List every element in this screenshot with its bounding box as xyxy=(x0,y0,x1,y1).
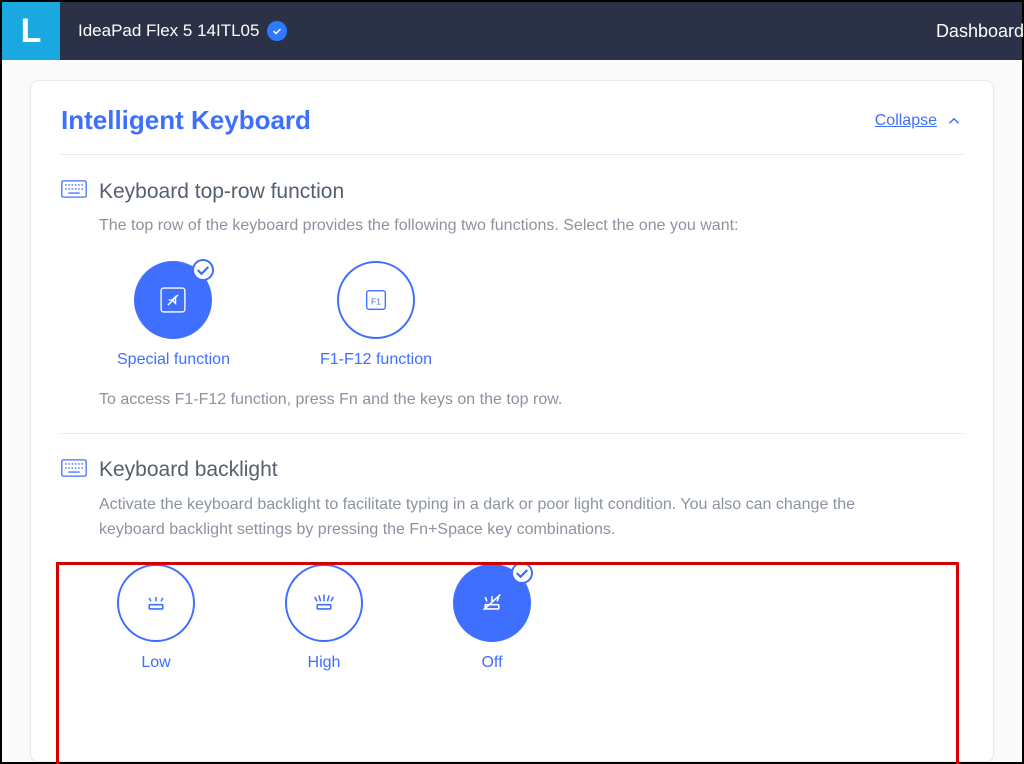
backlight-desc: Activate the keyboard backlight to facil… xyxy=(99,493,919,543)
nav-dashboard[interactable]: Dashboard xyxy=(934,21,1022,42)
low-circle xyxy=(117,564,195,642)
backlight-section: Keyboard backlight Activate the keyboard… xyxy=(61,433,963,673)
verified-badge-icon xyxy=(267,21,287,41)
mute-key-icon xyxy=(156,283,190,317)
option-backlight-off[interactable]: Off xyxy=(453,564,531,672)
high-circle xyxy=(285,564,363,642)
chevron-up-icon xyxy=(945,112,963,130)
option-special-function[interactable]: Special function xyxy=(117,261,230,369)
app-logo[interactable]: L xyxy=(2,2,60,60)
check-icon xyxy=(192,259,214,281)
option-off-label: Off xyxy=(481,654,502,672)
option-low-label: Low xyxy=(141,654,170,672)
top-row-title: Keyboard top-row function xyxy=(99,180,344,204)
option-backlight-low[interactable]: Low xyxy=(117,564,195,672)
option-f1f12-label: F1-F12 function xyxy=(320,351,432,369)
top-bar: L IdeaPad Flex 5 14ITL05 Dashboard xyxy=(2,2,1022,60)
option-special-label: Special function xyxy=(117,351,230,369)
card-title: Intelligent Keyboard xyxy=(61,105,311,136)
check-icon xyxy=(511,562,533,584)
top-row-desc: The top row of the keyboard provides the… xyxy=(99,214,919,239)
keyboard-icon xyxy=(61,179,87,204)
top-row-hint: To access F1-F12 function, press Fn and … xyxy=(99,391,963,409)
backlight-low-icon xyxy=(139,586,173,620)
top-row-section: Keyboard top-row function The top row of… xyxy=(61,155,963,409)
keyboard-icon xyxy=(61,458,87,483)
device-name: IdeaPad Flex 5 14ITL05 xyxy=(78,21,259,41)
collapse-label: Collapse xyxy=(875,112,937,130)
backlight-off-icon xyxy=(475,586,509,620)
f1-key-icon: F1 xyxy=(359,283,393,317)
option-high-label: High xyxy=(308,654,341,672)
special-function-circle xyxy=(134,261,212,339)
backlight-high-icon xyxy=(307,586,341,620)
collapse-toggle[interactable]: Collapse xyxy=(875,112,963,130)
svg-text:F1: F1 xyxy=(371,296,381,306)
f1-f12-circle: F1 xyxy=(337,261,415,339)
intelligent-keyboard-card: Intelligent Keyboard Collapse xyxy=(30,80,994,762)
device-name-block: IdeaPad Flex 5 14ITL05 xyxy=(78,21,287,41)
option-backlight-high[interactable]: High xyxy=(285,564,363,672)
backlight-title: Keyboard backlight xyxy=(99,458,278,482)
option-f1-f12-function[interactable]: F1 F1-F12 function xyxy=(320,261,432,369)
off-circle xyxy=(453,564,531,642)
